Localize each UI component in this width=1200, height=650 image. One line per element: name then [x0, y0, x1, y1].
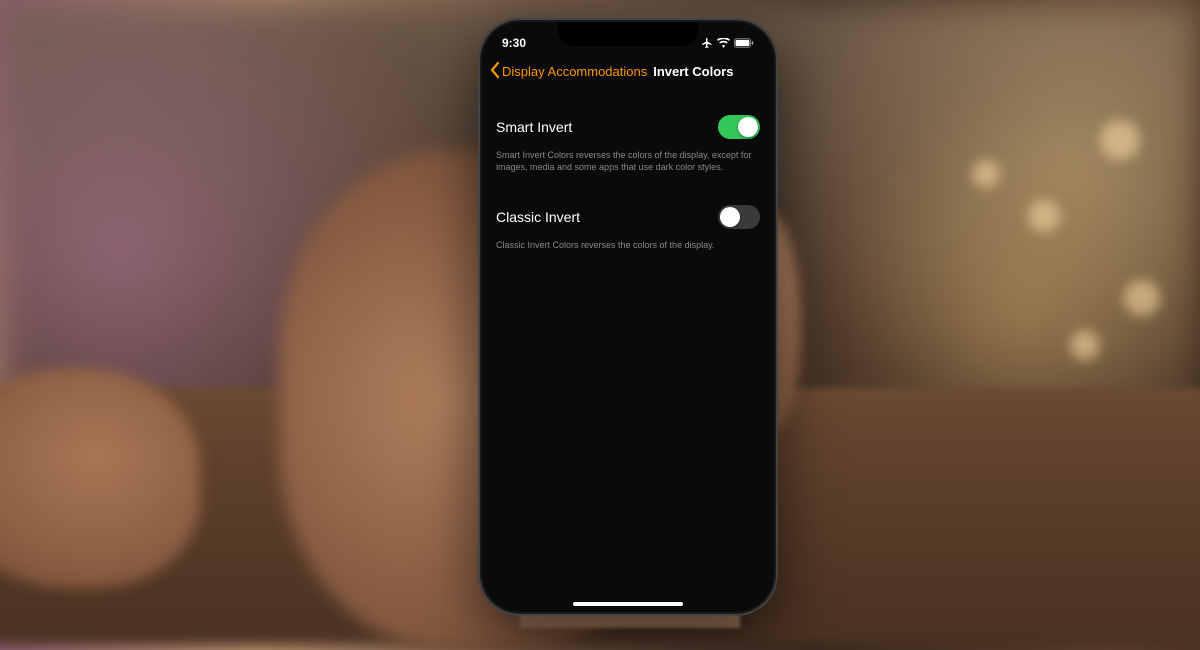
navigation-bar: Display Accommodations Invert Colors	[482, 56, 774, 91]
back-button[interactable]: Display Accommodations	[490, 62, 647, 81]
battery-icon	[734, 38, 754, 48]
home-indicator[interactable]	[573, 602, 683, 606]
iphone-device: 9:30 Display Accommodations Inv	[478, 18, 778, 616]
bokeh-light	[1100, 120, 1140, 160]
airplane-mode-icon	[701, 37, 713, 49]
phone-screen: 9:30 Display Accommodations Inv	[482, 22, 774, 612]
notch	[558, 22, 698, 46]
wifi-icon	[717, 38, 730, 48]
smart-invert-toggle[interactable]	[718, 115, 760, 139]
back-label: Display Accommodations	[502, 64, 647, 79]
chevron-left-icon	[490, 62, 500, 81]
toggle-knob	[720, 207, 740, 227]
hand-holding-phone	[0, 90, 520, 628]
status-indicators	[701, 37, 754, 49]
classic-invert-label: Classic Invert	[496, 209, 580, 225]
smart-invert-description: Smart Invert Colors reverses the colors …	[482, 149, 774, 181]
toggle-knob	[738, 117, 758, 137]
classic-invert-description: Classic Invert Colors reverses the color…	[482, 239, 774, 259]
page-title: Invert Colors	[653, 64, 733, 79]
bokeh-light	[1124, 280, 1160, 316]
smart-invert-label: Smart Invert	[496, 119, 572, 135]
classic-invert-row: Classic Invert	[482, 195, 774, 239]
bokeh-light	[1070, 330, 1100, 360]
bokeh-light	[1028, 200, 1060, 232]
bokeh-light	[972, 160, 1000, 188]
status-time: 9:30	[502, 36, 526, 50]
smart-invert-row: Smart Invert	[482, 105, 774, 149]
classic-invert-toggle[interactable]	[718, 205, 760, 229]
